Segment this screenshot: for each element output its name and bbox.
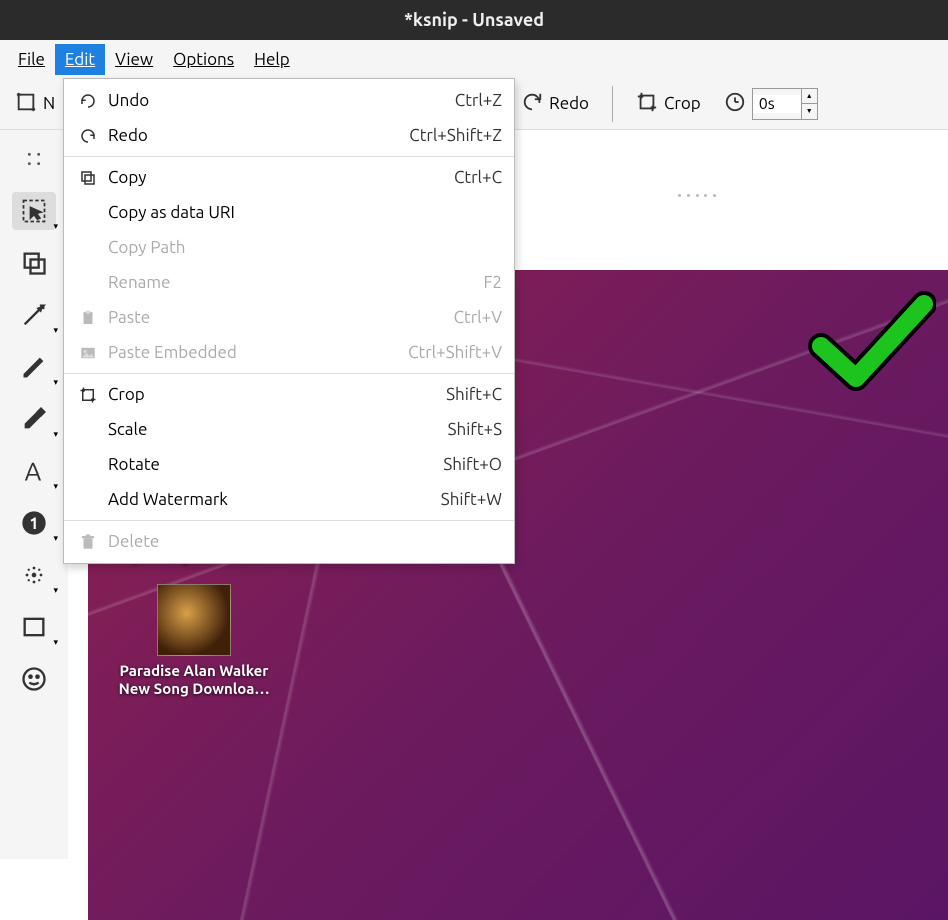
svg-text:A: A bbox=[25, 457, 42, 485]
image-icon bbox=[76, 344, 100, 362]
tool-grip[interactable] bbox=[12, 140, 56, 178]
redo-icon bbox=[76, 127, 100, 145]
edit-menu-dropdown: Undo Ctrl+Z Redo Ctrl+Shift+Z Copy Ctrl+… bbox=[63, 78, 515, 564]
desktop-icon-2-label: Paradise Alan Walker New Song Downloa… bbox=[114, 662, 274, 700]
crop-icon bbox=[76, 386, 100, 404]
trash-icon bbox=[76, 533, 100, 551]
redo-icon bbox=[521, 91, 543, 117]
tool-duplicate[interactable] bbox=[12, 244, 56, 282]
menubar: File Edit View Options Help bbox=[0, 40, 948, 78]
delay-input[interactable] bbox=[753, 95, 801, 113]
delay-input-box[interactable]: ▲ ▼ bbox=[752, 88, 818, 120]
redo-button[interactable]: Redo bbox=[512, 86, 598, 122]
new-button[interactable]: N bbox=[6, 86, 64, 122]
tool-sticker[interactable] bbox=[12, 660, 56, 698]
menu-item-paste: Paste Ctrl+V bbox=[64, 300, 514, 335]
menu-item-rename: Rename F2 bbox=[64, 265, 514, 300]
menu-item-delete: Delete bbox=[64, 524, 514, 559]
menu-edit[interactable]: Edit bbox=[55, 44, 105, 75]
menu-file[interactable]: File bbox=[8, 44, 55, 75]
delay-step-down[interactable]: ▼ bbox=[802, 104, 817, 119]
menu-item-copy-uri[interactable]: Copy as data URI bbox=[64, 195, 514, 230]
toolbar-separator bbox=[612, 86, 613, 122]
menu-item-crop[interactable]: Crop Shift+C bbox=[64, 377, 514, 412]
window-titlebar: *ksnip - Unsaved bbox=[0, 0, 948, 40]
clock-icon bbox=[724, 91, 746, 117]
window-title: *ksnip - Unsaved bbox=[404, 10, 544, 30]
tool-select[interactable]: ▾ bbox=[12, 192, 56, 230]
tool-blur[interactable]: ▾ bbox=[12, 556, 56, 594]
tool-rect[interactable]: ▾ bbox=[12, 608, 56, 646]
menu-item-rotate[interactable]: Rotate Shift+O bbox=[64, 447, 514, 482]
tool-sidebar: ▾ ▾ ▾ ▾ A ▾ 1 ▾ ▾ ▾ bbox=[0, 130, 68, 859]
checkmark-annotation[interactable] bbox=[806, 286, 936, 400]
menu-options[interactable]: Options bbox=[163, 44, 244, 75]
crop-rect-icon bbox=[15, 91, 37, 117]
drag-handle-icon[interactable] bbox=[678, 194, 716, 200]
svg-text:1: 1 bbox=[29, 515, 38, 533]
tool-text[interactable]: A ▾ bbox=[12, 452, 56, 490]
tool-arrow[interactable]: ▾ bbox=[12, 296, 56, 334]
redo-label: Redo bbox=[549, 94, 589, 113]
paste-icon bbox=[76, 309, 100, 327]
menu-item-redo[interactable]: Redo Ctrl+Shift+Z bbox=[64, 118, 514, 153]
desktop-icon-2[interactable]: Paradise Alan Walker New Song Downloa… bbox=[114, 584, 274, 700]
menu-item-scale[interactable]: Scale Shift+S bbox=[64, 412, 514, 447]
crop-icon bbox=[636, 91, 658, 117]
tool-number[interactable]: 1 ▾ bbox=[12, 504, 56, 542]
undo-icon bbox=[76, 92, 100, 110]
menu-item-undo[interactable]: Undo Ctrl+Z bbox=[64, 83, 514, 118]
thumbnail-icon bbox=[157, 584, 231, 656]
crop-label: Crop bbox=[664, 94, 701, 113]
delay-step-up[interactable]: ▲ bbox=[802, 89, 817, 104]
crop-button[interactable]: Crop bbox=[627, 86, 710, 122]
menu-item-copy-path: Copy Path bbox=[64, 230, 514, 265]
menu-item-paste-embedded: Paste Embedded Ctrl+Shift+V bbox=[64, 335, 514, 370]
tool-pen[interactable]: ▾ bbox=[12, 348, 56, 386]
copy-icon bbox=[76, 169, 100, 187]
new-label: N bbox=[43, 94, 55, 113]
menu-item-watermark[interactable]: Add Watermark Shift+W bbox=[64, 482, 514, 517]
tool-marker[interactable]: ▾ bbox=[12, 400, 56, 438]
menu-view[interactable]: View bbox=[105, 44, 163, 75]
menu-item-copy[interactable]: Copy Ctrl+C bbox=[64, 160, 514, 195]
menu-help[interactable]: Help bbox=[244, 44, 300, 75]
